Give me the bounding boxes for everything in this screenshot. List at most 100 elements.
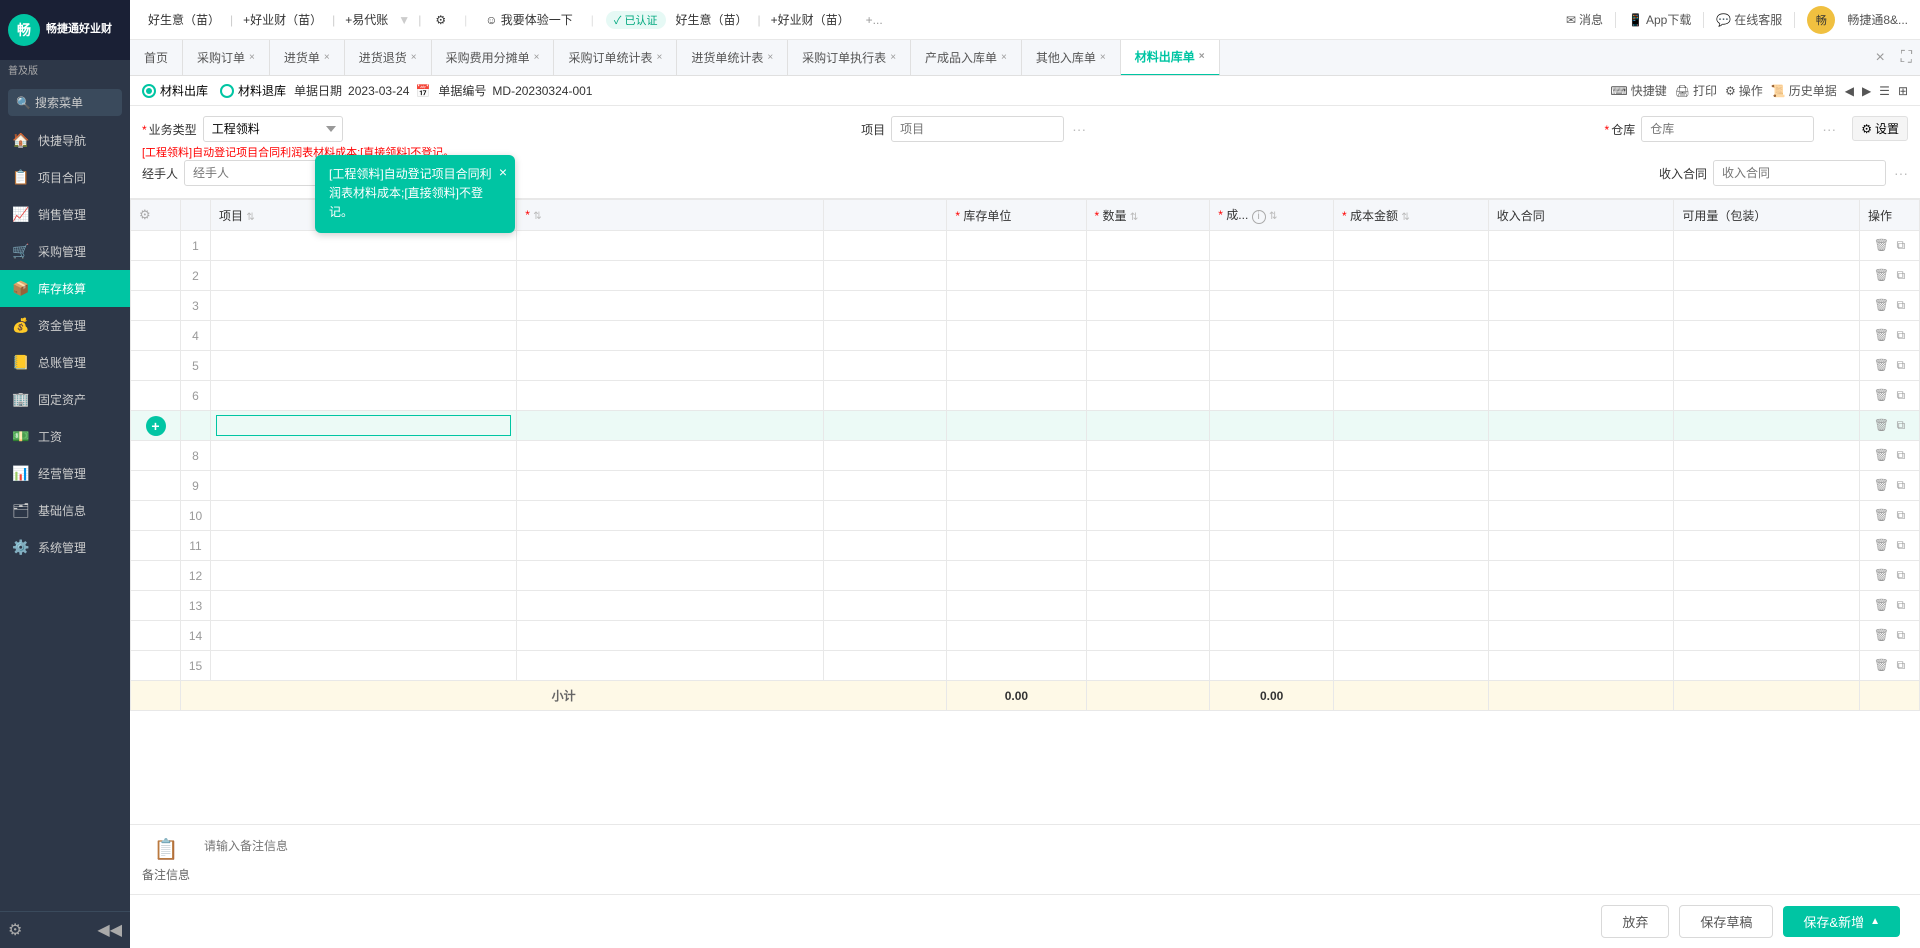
row-project[interactable] [211, 471, 517, 501]
save-draft-button[interactable]: 保存草稿 [1679, 905, 1773, 938]
col-settings-header[interactable]: ⚙ [131, 200, 181, 231]
delete-row-btn[interactable]: 🗑 [1874, 448, 1889, 462]
row-cost-amount[interactable] [1334, 621, 1489, 651]
row-material[interactable] [517, 261, 823, 291]
row-project-input[interactable] [217, 416, 510, 435]
row-warehouse[interactable] [947, 261, 1086, 291]
sidebar-item-inventory[interactable]: 📦 库存核算 [0, 270, 130, 307]
sidebar-item-accounting[interactable]: 📒 总账管理 [0, 344, 130, 381]
row-warehouse[interactable] [947, 291, 1086, 321]
row-available[interactable] [1674, 591, 1860, 621]
row-income-contract-editing[interactable] [1488, 411, 1674, 441]
row-material[interactable] [517, 501, 823, 531]
row-material[interactable] [517, 441, 823, 471]
row-project[interactable] [211, 501, 517, 531]
row-project[interactable] [211, 261, 517, 291]
row-material[interactable] [517, 561, 823, 591]
row-available[interactable] [1674, 261, 1860, 291]
row-available-editing[interactable] [1674, 411, 1860, 441]
row-warehouse[interactable] [947, 471, 1086, 501]
tab-receipt-stats[interactable]: 进货单统计表 × [677, 40, 788, 76]
row-cost[interactable] [1210, 591, 1334, 621]
row-qty[interactable] [1086, 621, 1210, 651]
row-warehouse[interactable] [947, 591, 1086, 621]
delete-row-btn[interactable]: 🗑 [1874, 628, 1889, 642]
material-sort-icon[interactable]: ⇅ [533, 211, 541, 222]
topbar-more[interactable]: +... [860, 11, 889, 29]
save-new-button[interactable]: 保存&新增 ▲ [1783, 906, 1900, 937]
topbar-good-wealth[interactable]: +好业财（苗） [237, 9, 328, 30]
row-qty[interactable] [1086, 351, 1210, 381]
row-income-contract[interactable] [1488, 591, 1674, 621]
row-income-contract[interactable] [1488, 351, 1674, 381]
delete-row-btn[interactable]: 🗑 [1874, 298, 1889, 312]
row-warehouse[interactable] [947, 651, 1086, 681]
row-available[interactable] [1674, 531, 1860, 561]
row-cost[interactable] [1210, 291, 1334, 321]
copy-row-btn[interactable]: ⧉ [1897, 328, 1906, 342]
row-spec[interactable] [823, 261, 947, 291]
topbar-easy-agent[interactable]: +易代账 [339, 9, 394, 30]
tab-purchase-order-close[interactable]: × [249, 52, 255, 63]
sidebar-item-fixed-assets[interactable]: 🏢 固定资产 [0, 381, 130, 418]
tab-home[interactable]: 首页 [130, 40, 183, 76]
row-material[interactable] [517, 651, 823, 681]
delete-row-btn[interactable]: 🗑 [1874, 598, 1889, 612]
tab-product-receipt-close[interactable]: × [1001, 52, 1007, 63]
row-cost[interactable] [1210, 531, 1334, 561]
row-income-contract[interactable] [1488, 621, 1674, 651]
tab-purchase-stats-close[interactable]: × [656, 52, 662, 63]
project-input[interactable] [891, 116, 1064, 142]
tooltip-close-btn[interactable]: × [499, 161, 507, 183]
row-project[interactable] [211, 351, 517, 381]
row-income-contract[interactable] [1488, 531, 1674, 561]
row-project[interactable] [211, 441, 517, 471]
user-avatar[interactable]: 畅 [1807, 6, 1835, 34]
warehouse-input[interactable] [1641, 116, 1814, 142]
row-available[interactable] [1674, 561, 1860, 591]
row-qty[interactable] [1086, 291, 1210, 321]
row-spec[interactable] [823, 291, 947, 321]
sidebar-item-project[interactable]: 📋 项目合同 [0, 159, 130, 196]
col-cost-amount-header[interactable]: * 成本金额 ⇅ [1334, 200, 1489, 231]
row-cost-amount[interactable] [1334, 321, 1489, 351]
operations-btn[interactable]: ⚙ 操作 [1725, 82, 1763, 99]
row-qty[interactable] [1086, 531, 1210, 561]
row-qty[interactable] [1086, 441, 1210, 471]
row-project[interactable] [211, 621, 517, 651]
row-material[interactable] [517, 531, 823, 561]
copy-row-btn[interactable]: ⧉ [1897, 538, 1906, 552]
row-available[interactable] [1674, 351, 1860, 381]
cost-amount-sort-icon[interactable]: ⇅ [1401, 212, 1409, 223]
row-project[interactable] [211, 381, 517, 411]
row-cost-amount[interactable] [1334, 291, 1489, 321]
tab-receipt-stats-close[interactable]: × [767, 52, 773, 63]
copy-row-btn[interactable]: ⧉ [1897, 448, 1906, 462]
row-spec[interactable] [823, 441, 947, 471]
row-material[interactable] [517, 471, 823, 501]
tab-material-out[interactable]: 材料出库单 × [1121, 40, 1220, 76]
user-name[interactable]: 畅捷通8&... [1847, 11, 1908, 28]
row-material[interactable] [517, 621, 823, 651]
income-contract-input[interactable] [1713, 160, 1886, 186]
warehouse-lookup-btn[interactable]: ··· [1822, 121, 1836, 137]
col-available-header[interactable]: 可用量（包装） [1674, 200, 1860, 231]
row-cost-amount[interactable] [1334, 381, 1489, 411]
row-project[interactable] [211, 321, 517, 351]
project-lookup-btn[interactable]: ··· [1072, 121, 1086, 137]
delete-row-btn[interactable]: 🗑 [1874, 328, 1889, 342]
row-warehouse[interactable] [947, 621, 1086, 651]
delete-row-btn[interactable]: 🗑 [1874, 478, 1889, 492]
row-cost-amount[interactable] [1334, 231, 1489, 261]
tab-goods-receipt[interactable]: 进货单 × [270, 40, 345, 76]
shortcut-btn[interactable]: ⌨ 快捷键 [1610, 82, 1666, 99]
row-cost[interactable] [1210, 501, 1334, 531]
project-sort-icon[interactable]: ⇅ [246, 212, 254, 223]
row-spec[interactable] [823, 381, 947, 411]
row-cost-amount[interactable] [1334, 531, 1489, 561]
col-spec-header[interactable] [823, 200, 947, 231]
tab-goods-return-close[interactable]: × [411, 52, 417, 63]
row-project[interactable] [211, 231, 517, 261]
row-spec-editing[interactable] [823, 411, 947, 441]
copy-row-btn[interactable]: ⧉ [1897, 298, 1906, 312]
